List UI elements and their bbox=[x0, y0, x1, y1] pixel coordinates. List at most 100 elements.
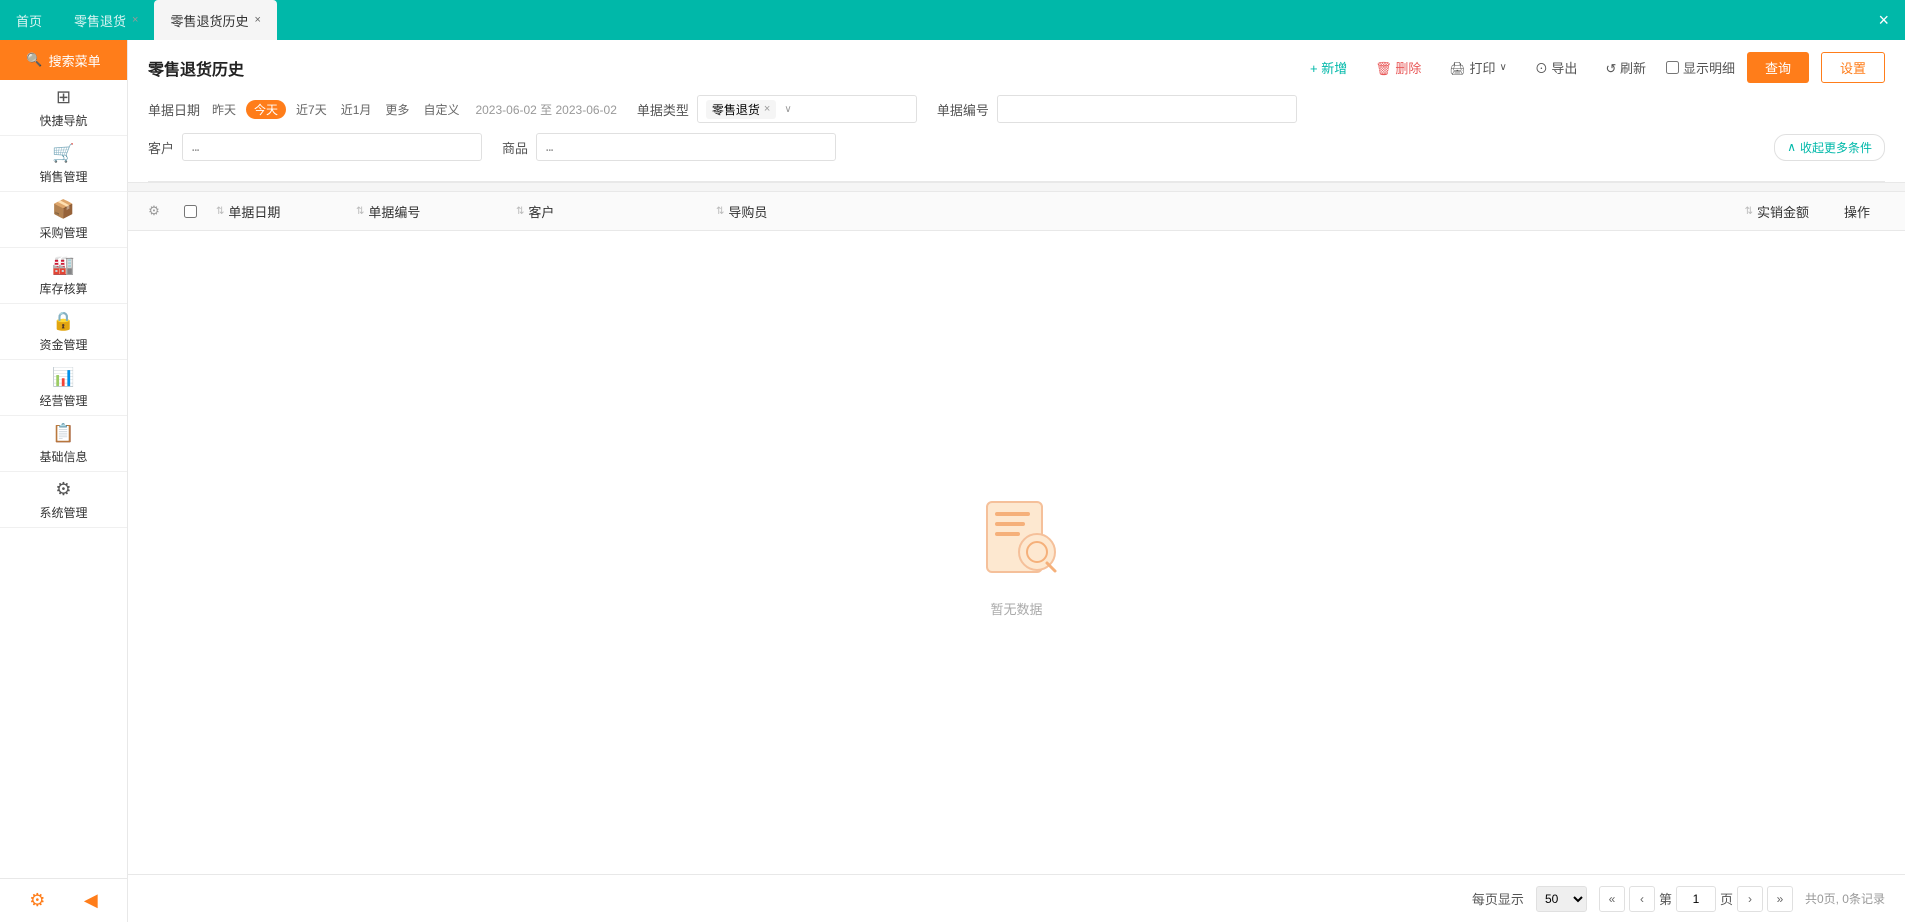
operation-icon: 📊 bbox=[52, 367, 74, 388]
pagination: 每页显示 10 20 50 100 « ‹ 第 1 页 › » 共0页, 0条记… bbox=[128, 874, 1905, 922]
delete-button-label: 🗑 删除 bbox=[1375, 58, 1421, 77]
doc-type-filter-label: 单据类型 bbox=[637, 100, 689, 119]
th-guide[interactable]: ⇅ 导购员 bbox=[708, 202, 868, 221]
show-detail-input[interactable] bbox=[1666, 61, 1679, 74]
search-icon: 🔍 bbox=[26, 52, 42, 68]
goods-filter-item: 商品 ... bbox=[502, 133, 836, 161]
th-order-label: 单据编号 bbox=[368, 202, 420, 221]
sidebar-item-finance-label: 资金管理 bbox=[39, 336, 87, 353]
table-select-all[interactable] bbox=[172, 205, 208, 218]
sidebar-search-label: 搜索菜单 bbox=[49, 51, 101, 70]
page-input[interactable]: 1 bbox=[1676, 886, 1716, 912]
collapse-sidebar-icon[interactable]: ◀ bbox=[84, 890, 98, 911]
pagination-summary: 共0页, 0条记录 bbox=[1805, 890, 1885, 907]
sidebar-item-quick-nav-label: 快捷导航 bbox=[39, 112, 87, 129]
tab-retail-return-history-close[interactable]: × bbox=[254, 14, 260, 26]
new-button-label: + 新增 bbox=[1310, 58, 1347, 77]
collapse-button[interactable]: ∧ 收起更多条件 bbox=[1774, 134, 1885, 161]
date-btn-more[interactable]: 更多 bbox=[381, 100, 413, 119]
goods-select[interactable]: ... bbox=[536, 133, 836, 161]
page-header: 零售退货历史 + 新增 🗑 删除 🖨 打印 ∨ ⊙ 导出 bbox=[128, 40, 1905, 183]
date-btn-7days[interactable]: 近7天 bbox=[292, 100, 331, 119]
tab-retail-return-close[interactable]: × bbox=[132, 14, 138, 26]
th-date-sort-icon: ⇅ bbox=[216, 206, 224, 217]
refresh-button-label: ↺ 刷新 bbox=[1605, 58, 1646, 77]
settings-icon[interactable]: ⚙ bbox=[29, 890, 45, 911]
th-amount-sort-icon: ⇅ bbox=[1745, 206, 1753, 217]
doc-type-tag-close[interactable]: × bbox=[764, 103, 770, 115]
window-close-button[interactable]: × bbox=[1878, 10, 1889, 31]
doc-type-tag-value: 零售退货 bbox=[712, 101, 760, 118]
tab-home-label: 首页 bbox=[16, 11, 42, 30]
sidebar-item-inventory-label: 库存核算 bbox=[39, 280, 87, 297]
per-page-label: 每页显示 bbox=[1472, 889, 1524, 908]
sidebar-search-button[interactable]: 🔍 搜索菜单 bbox=[0, 40, 127, 80]
doc-type-select[interactable]: 零售退货 × ∨ bbox=[697, 95, 917, 123]
next-page-button[interactable]: › bbox=[1737, 886, 1763, 912]
tab-home[interactable]: 首页 bbox=[0, 0, 58, 40]
quick-nav-icon: ⊞ bbox=[56, 87, 71, 108]
sidebar-item-inventory[interactable]: 🏭 库存核算 bbox=[0, 248, 127, 304]
per-page-select[interactable]: 10 20 50 100 bbox=[1536, 886, 1587, 912]
th-order-sort-icon: ⇅ bbox=[356, 206, 364, 217]
customer-ellipsis: ... bbox=[191, 138, 198, 156]
new-button[interactable]: + 新增 bbox=[1302, 54, 1355, 81]
sidebar-item-finance[interactable]: 🔒 资金管理 bbox=[0, 304, 127, 360]
th-guide-label: 导购员 bbox=[728, 202, 767, 221]
sidebar-item-operation-label: 经营管理 bbox=[39, 392, 87, 409]
sidebar-item-quick-nav[interactable]: ⊞ 快捷导航 bbox=[0, 80, 127, 136]
sidebar-item-sales-mgmt-label: 销售管理 bbox=[39, 168, 87, 185]
table-settings-icon[interactable]: ⚙ bbox=[136, 203, 172, 219]
date-filter-item: 单据日期 昨天 今天 近7天 近1月 更多 自定义 2023-06-02 至 2… bbox=[148, 100, 617, 119]
collapse-label: 收起更多条件 bbox=[1800, 139, 1872, 156]
refresh-button[interactable]: ↺ 刷新 bbox=[1597, 54, 1654, 81]
th-customer[interactable]: ⇅ 客户 bbox=[508, 202, 708, 221]
filter-row-1: 单据日期 昨天 今天 近7天 近1月 更多 自定义 2023-06-02 至 2… bbox=[148, 95, 1885, 123]
sidebar-item-purchase-mgmt[interactable]: 📦 采购管理 bbox=[0, 192, 127, 248]
sidebar-item-system-mgmt[interactable]: ⚙ 系统管理 bbox=[0, 472, 127, 528]
doc-number-input[interactable] bbox=[997, 95, 1297, 123]
goods-ellipsis: ... bbox=[545, 138, 552, 156]
date-btn-1month[interactable]: 近1月 bbox=[337, 100, 376, 119]
query-button[interactable]: 查询 bbox=[1747, 52, 1809, 83]
customer-select[interactable]: ... bbox=[182, 133, 482, 161]
date-btn-yesterday[interactable]: 昨天 bbox=[208, 100, 240, 119]
th-customer-label: 客户 bbox=[528, 202, 554, 221]
date-btn-custom[interactable]: 自定义 bbox=[419, 100, 463, 119]
collapse-icon: ∧ bbox=[1787, 140, 1796, 154]
print-dropdown-icon: ∨ bbox=[1499, 62, 1506, 73]
date-btn-today[interactable]: 今天 bbox=[246, 100, 286, 119]
toolbar: + 新增 🗑 删除 🖨 打印 ∨ ⊙ 导出 ↺ 刷新 bbox=[1302, 52, 1885, 83]
delete-button[interactable]: 🗑 删除 bbox=[1367, 54, 1429, 81]
sidebar-item-basic-info[interactable]: 📋 基础信息 bbox=[0, 416, 127, 472]
th-action-label: 操作 bbox=[1844, 202, 1870, 221]
print-button-label: 🖨 打印 bbox=[1449, 58, 1495, 77]
prev-page-button[interactable]: ‹ bbox=[1629, 886, 1655, 912]
system-mgmt-icon: ⚙ bbox=[55, 479, 71, 500]
empty-state: 暂无数据 bbox=[128, 231, 1905, 874]
first-page-button[interactable]: « bbox=[1599, 886, 1625, 912]
main-layout: 🔍 搜索菜单 ⊞ 快捷导航 🛒 销售管理 📦 采购管理 🏭 库存核算 🔒 bbox=[0, 40, 1905, 922]
doc-number-filter-label: 单据编号 bbox=[937, 100, 989, 119]
page-title-row: 零售退货历史 + 新增 🗑 删除 🖨 打印 ∨ ⊙ 导出 bbox=[148, 52, 1885, 83]
empty-text: 暂无数据 bbox=[990, 599, 1042, 618]
th-date[interactable]: ⇅ 单据日期 bbox=[208, 202, 348, 221]
export-button[interactable]: ⊙ 导出 bbox=[1527, 54, 1586, 81]
doc-type-filter-item: 单据类型 零售退货 × ∨ bbox=[637, 95, 917, 123]
th-order[interactable]: ⇅ 单据编号 bbox=[348, 202, 508, 221]
customer-filter-label: 客户 bbox=[148, 138, 174, 157]
table-area: ⚙ ⇅ 单据日期 ⇅ 单据编号 ⇅ 客户 ⇅ 导购员 bbox=[128, 191, 1905, 874]
export-button-label: ⊙ 导出 bbox=[1535, 58, 1578, 77]
tab-retail-return-history[interactable]: 零售退货历史 × bbox=[154, 0, 276, 40]
select-all-checkbox[interactable] bbox=[184, 205, 197, 218]
sidebar-item-sales-mgmt[interactable]: 🛒 销售管理 bbox=[0, 136, 127, 192]
last-page-button[interactable]: » bbox=[1767, 886, 1793, 912]
sidebar-item-operation[interactable]: 📊 经营管理 bbox=[0, 360, 127, 416]
date-range-display: 2023-06-02 至 2023-06-02 bbox=[475, 101, 616, 118]
show-detail-checkbox[interactable]: 显示明细 bbox=[1666, 58, 1735, 77]
th-amount[interactable]: ⇅ 实销金额 bbox=[1697, 202, 1817, 221]
tab-retail-return[interactable]: 零售退货 × bbox=[58, 0, 154, 40]
print-button[interactable]: 🖨 打印 ∨ bbox=[1441, 54, 1514, 81]
basic-info-icon: 📋 bbox=[52, 423, 74, 444]
settings-button[interactable]: 设置 bbox=[1821, 52, 1885, 83]
